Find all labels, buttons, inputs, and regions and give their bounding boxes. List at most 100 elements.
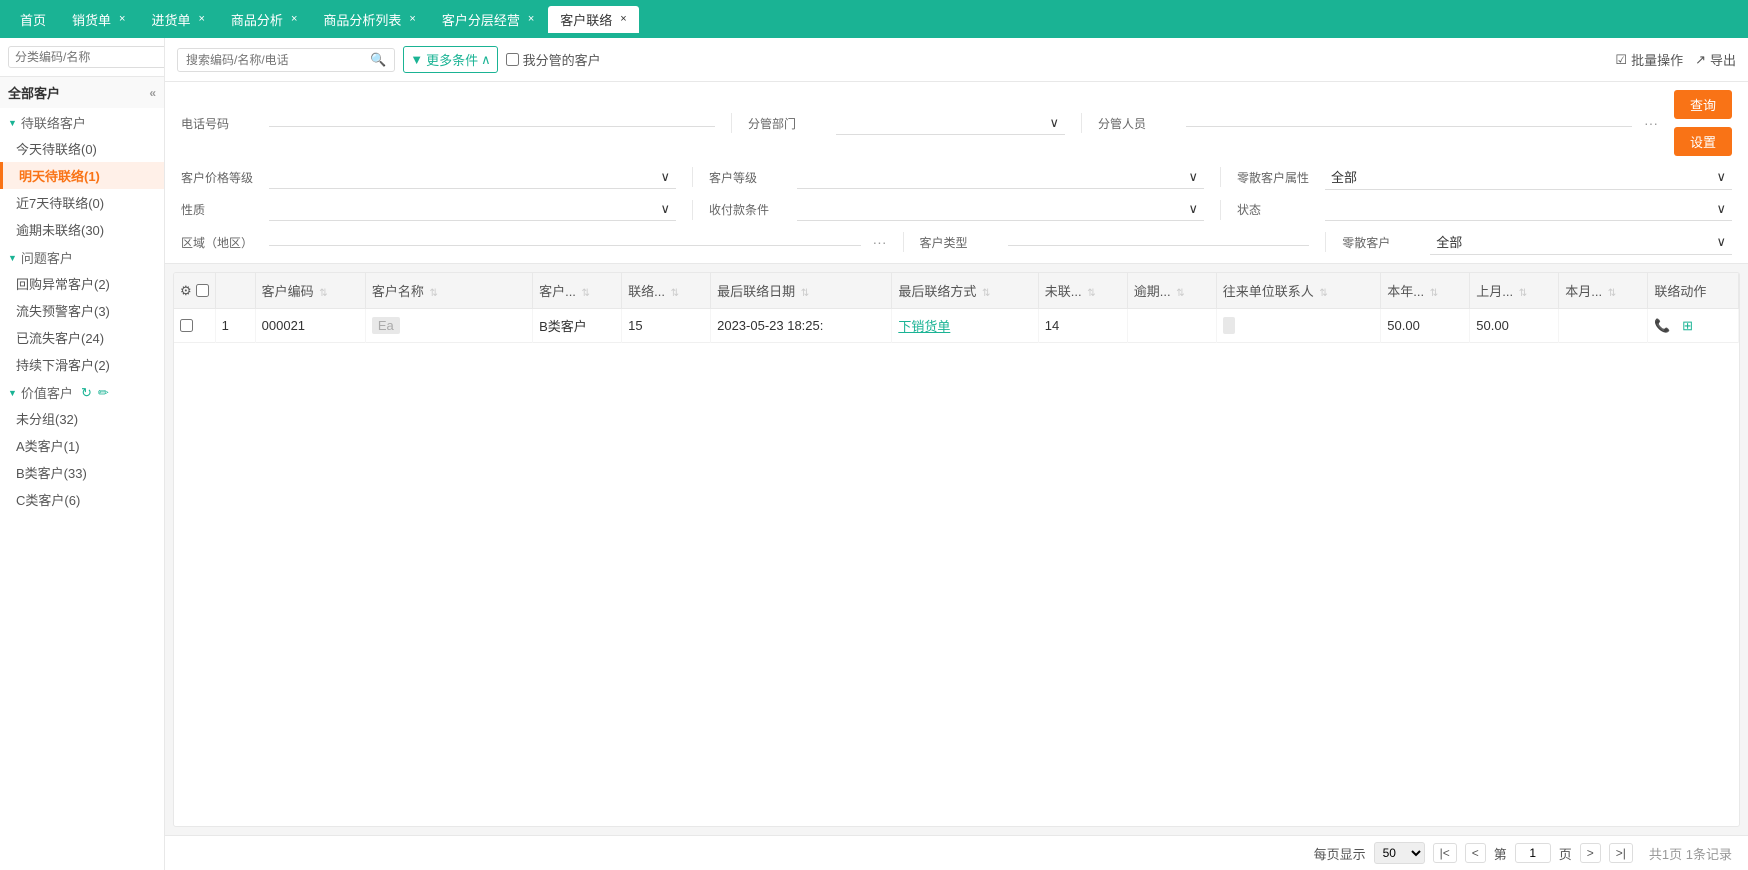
sort-code-icon: ⇅ — [319, 288, 327, 299]
nav-product-analysis-close[interactable]: × — [291, 13, 297, 25]
query-btn[interactable]: 查询 — [1674, 90, 1732, 119]
th-last-contact-date[interactable]: 最后联络日期 ⇅ — [711, 273, 892, 309]
price-level-label: 客户价格等级 — [181, 169, 261, 186]
prev-page-btn[interactable]: < — [1465, 843, 1486, 863]
sort-uncontacted-icon: ⇅ — [1087, 288, 1095, 299]
sort-year-icon: ⇅ — [1430, 288, 1438, 299]
sidebar-item-today-contact[interactable]: 今天待联络(0) — [0, 135, 164, 162]
checkbox-icon: ☑ — [1615, 52, 1627, 68]
nav-purchase-order[interactable]: 进货单 × — [139, 6, 216, 33]
next-page-btn[interactable]: > — [1580, 843, 1601, 863]
nav-sales-order[interactable]: 销货单 × — [60, 6, 137, 33]
nav-product-analysis[interactable]: 商品分析 × — [219, 6, 309, 33]
settings-btn[interactable]: 设置 — [1674, 127, 1732, 156]
filter-icon: ▼ — [410, 52, 423, 67]
customer-level-select[interactable]: ∨ — [797, 166, 1204, 189]
data-table: ⚙ 客户编码 ⇅ 客户名称 ⇅ — [174, 273, 1739, 343]
filter-panel: 电话号码 分管部门 ∨ 分管人员 ··· 查询 设置 客户价格等级 — [165, 82, 1748, 264]
retail-customer-select[interactable]: 全部 ∨ — [1430, 229, 1732, 255]
th-overdue[interactable]: 逾期... ⇅ — [1127, 273, 1216, 309]
nav-customer-tier-close[interactable]: × — [528, 13, 534, 25]
th-contact-count[interactable]: 联络... ⇅ — [622, 273, 711, 309]
gear-icon[interactable]: ⚙ — [180, 283, 192, 299]
th-last-month[interactable]: 上月... ⇅ — [1470, 273, 1559, 309]
sidebar-collapse-icon[interactable]: « — [149, 86, 156, 100]
sidebar-item-b-class[interactable]: B类客户(33) — [0, 459, 164, 486]
toolbar-search-input[interactable] — [186, 53, 366, 67]
nav-product-analysis-list[interactable]: 商品分析列表 × — [311, 6, 427, 33]
status-select[interactable]: ∨ — [1325, 198, 1732, 221]
footer: 每页显示 50 100 200 |< < 第 页 > >| 共1页 1条记录 — [165, 835, 1748, 870]
action-phone-icon[interactable]: 📞 — [1654, 318, 1670, 333]
area-dots-icon[interactable]: ··· — [873, 234, 887, 250]
sidebar-item-abnormal-repurchase[interactable]: 回购异常客户(2) — [0, 270, 164, 297]
page-suffix: 页 — [1559, 844, 1572, 863]
per-page-select[interactable]: 50 100 200 — [1374, 842, 1425, 864]
last-page-btn[interactable]: >| — [1609, 843, 1633, 863]
sidebar-item-ungrouped[interactable]: 未分组(32) — [0, 405, 164, 432]
divider-2 — [1081, 113, 1082, 133]
sidebar-item-tomorrow-contact[interactable]: 明天待联络(1) — [0, 162, 164, 189]
divider-8 — [1325, 232, 1326, 252]
sidebar-item-a-class[interactable]: A类客户(1) — [0, 432, 164, 459]
my-customers-checkbox-label[interactable]: 我分管的客户 — [506, 50, 601, 69]
select-all-checkbox[interactable] — [196, 284, 209, 297]
first-page-btn[interactable]: |< — [1433, 843, 1457, 863]
sidebar-search-input[interactable] — [8, 46, 165, 68]
nav-purchase-close[interactable]: × — [198, 13, 204, 25]
batch-op-btn[interactable]: ☑ 批量操作 — [1615, 50, 1683, 69]
row-last-method[interactable]: 下销货单 — [892, 309, 1038, 343]
sidebar-all-customers-header[interactable]: 全部客户 « — [0, 77, 164, 108]
gender-label: 性质 — [181, 201, 261, 218]
payment-select[interactable]: ∨ — [797, 198, 1204, 221]
row-checkbox[interactable] — [180, 319, 193, 332]
nav-customer-contact[interactable]: 客户联络 × — [548, 6, 638, 33]
price-level-select[interactable]: ∨ — [269, 166, 676, 189]
my-customers-checkbox[interactable] — [506, 53, 519, 66]
value-group-edit-icon[interactable]: ✏ — [98, 385, 109, 401]
sidebar-item-c-class[interactable]: C类客户(6) — [0, 486, 164, 513]
sort-person-icon: ⇅ — [1319, 288, 1327, 299]
th-code[interactable]: 客户编码 ⇅ — [255, 273, 365, 309]
th-actions: 联络动作 — [1648, 273, 1739, 309]
th-contact-person[interactable]: 往来单位联系人 ⇅ — [1216, 273, 1381, 309]
sidebar-item-overdue-contact[interactable]: 逾期未联络(30) — [0, 216, 164, 243]
customer-type-select[interactable] — [1008, 239, 1310, 246]
filter-more-btn[interactable]: ▼ 更多条件 ∧ — [403, 46, 497, 73]
page-input[interactable] — [1515, 843, 1551, 863]
toolbar-search-icon[interactable]: 🔍 — [370, 52, 386, 68]
th-last-contact-method[interactable]: 最后联络方式 ⇅ — [892, 273, 1038, 309]
nav-home[interactable]: 首页 — [8, 6, 58, 33]
customer-type-label: 客户类型 — [920, 234, 1000, 251]
sidebar-item-7day-contact[interactable]: 近7天待联络(0) — [0, 189, 164, 216]
filter-row-4: 区域（地区） ··· 客户类型 零散客户 全部 ∨ — [181, 229, 1732, 255]
th-customer-type[interactable]: 客户... ⇅ — [533, 273, 622, 309]
retail-customer-label: 零散客户 — [1342, 234, 1422, 251]
sidebar-item-churn-warning[interactable]: 流失预警客户(3) — [0, 297, 164, 324]
retail-attr-select[interactable]: 全部 ∨ — [1325, 164, 1732, 190]
payment-label: 收付款条件 — [709, 201, 789, 218]
th-this-year[interactable]: 本年... ⇅ — [1381, 273, 1470, 309]
th-uncontacted[interactable]: 未联... ⇅ — [1038, 273, 1127, 309]
area-input[interactable] — [269, 239, 861, 246]
last-method-link[interactable]: 下销货单 — [898, 319, 950, 334]
gender-select[interactable]: ∨ — [269, 198, 676, 221]
sidebar-item-churned[interactable]: 已流失客户(24) — [0, 324, 164, 351]
divider-3 — [692, 167, 693, 187]
nav-customer-tier[interactable]: 客户分层经营 × — [430, 6, 546, 33]
th-name[interactable]: 客户名称 ⇅ — [365, 273, 532, 309]
sidebar-item-declining[interactable]: 持续下滑客户(2) — [0, 351, 164, 378]
person-input[interactable] — [1186, 120, 1632, 127]
action-grid-icon[interactable]: ⊞ — [1682, 318, 1693, 333]
nav-customer-contact-close[interactable]: × — [620, 13, 626, 25]
dept-select[interactable]: ∨ — [836, 112, 1065, 135]
toolbar-search-box: 🔍 — [177, 48, 395, 72]
export-btn[interactable]: ↗ 导出 — [1695, 50, 1736, 69]
sort-overdue-icon: ⇅ — [1176, 288, 1184, 299]
th-this-month[interactable]: 本月... ⇅ — [1559, 273, 1648, 309]
value-group-refresh-icon[interactable]: ↻ — [81, 385, 92, 401]
nav-sales-order-close[interactable]: × — [119, 13, 125, 25]
phone-input[interactable] — [269, 120, 715, 127]
person-dots-icon[interactable]: ··· — [1644, 115, 1658, 131]
nav-product-analysis-list-close[interactable]: × — [409, 13, 415, 25]
